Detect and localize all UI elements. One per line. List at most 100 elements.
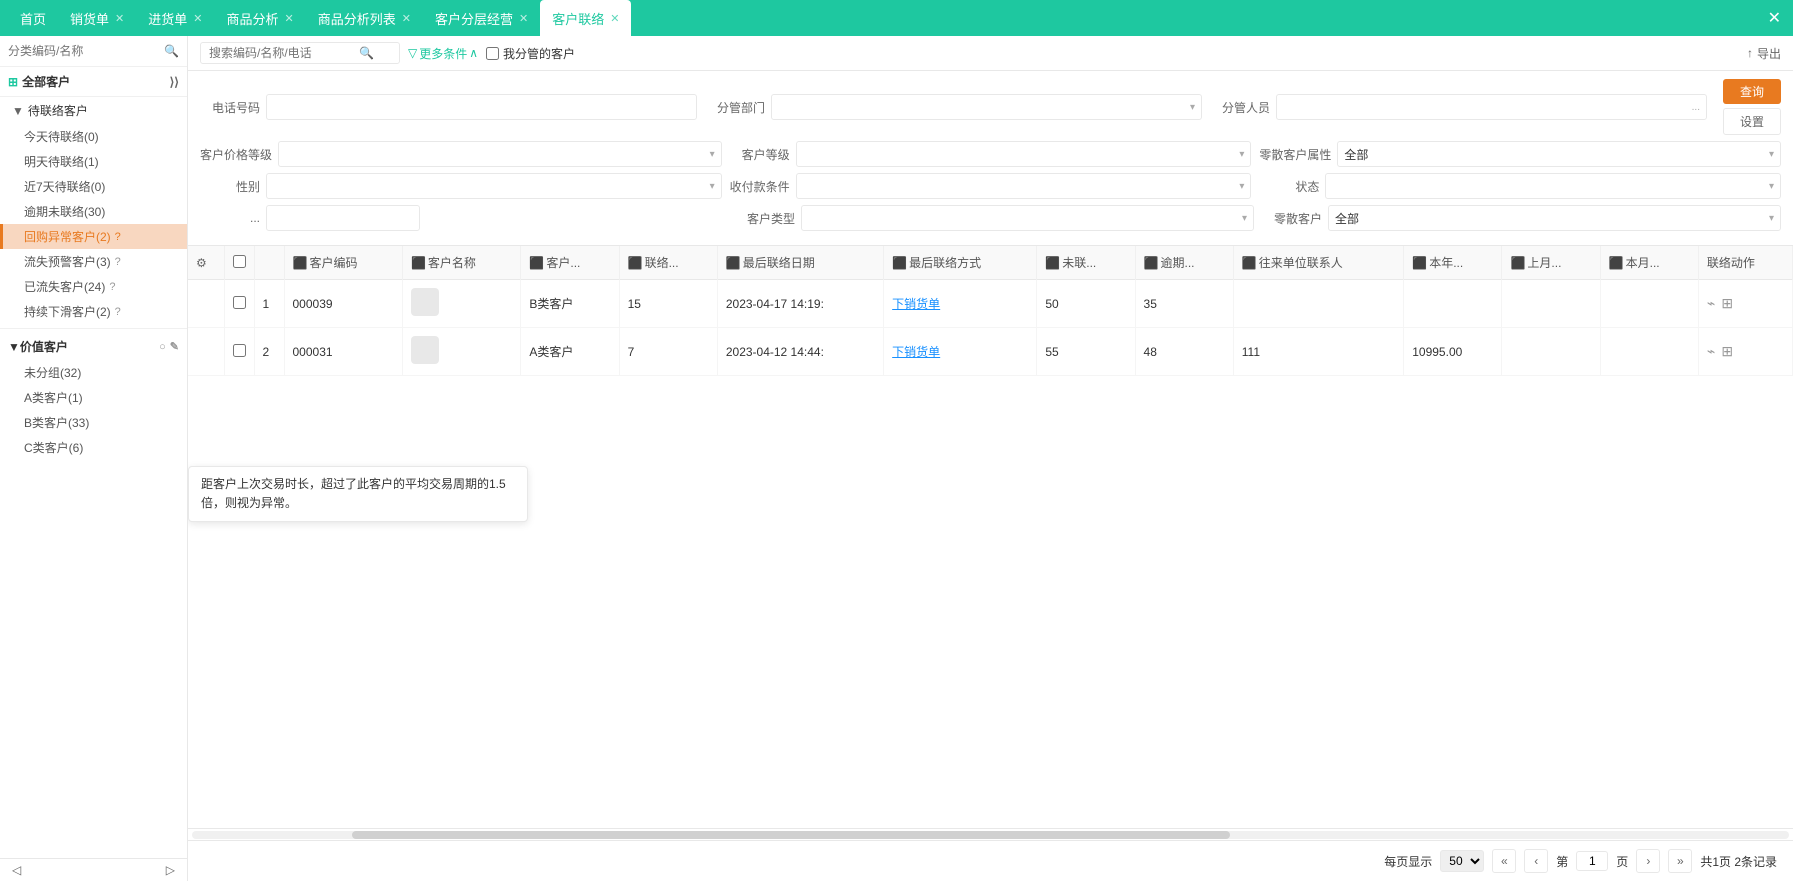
nav-tab-customer-contact[interactable]: 客户联络 ✕: [540, 0, 631, 36]
row2-last-method[interactable]: 下销货单: [884, 328, 1037, 376]
horizontal-scrollbar[interactable]: [188, 828, 1793, 840]
row2-checkbox[interactable]: [224, 328, 254, 376]
export-button[interactable]: ↑ 导出: [1747, 45, 1781, 62]
nav-tab-product-analysis[interactable]: 商品分析 ✕: [214, 0, 305, 36]
scroll-thumb[interactable]: [352, 831, 1230, 839]
retail-attr-select[interactable]: 全部 ▾: [1337, 141, 1781, 167]
row2-gear: [188, 328, 224, 376]
sidebar-item-already-lost[interactable]: 已流失客户(24) ?: [0, 274, 187, 299]
col-this-month[interactable]: ⬛ 本月...: [1600, 246, 1698, 280]
close-sales-tab[interactable]: ✕: [115, 12, 124, 25]
col-unit-contact[interactable]: ⬛ 往来单位联系人: [1233, 246, 1403, 280]
col-gear[interactable]: ⚙: [188, 246, 224, 280]
pending-contact-group[interactable]: ▼ 待联络客户: [0, 97, 187, 124]
data-table-container[interactable]: ⚙ ⬛ 客户编码: [188, 246, 1793, 828]
col-code[interactable]: ⬛ 客户编码: [284, 246, 402, 280]
sidebar-item-lost-preview[interactable]: 流失预警客户(3) ?: [0, 249, 187, 274]
col-this-year[interactable]: ⬛ 本年...: [1404, 246, 1502, 280]
person-select[interactable]: ...: [1276, 94, 1707, 120]
sidebar-item-today[interactable]: 今天待联络(0): [0, 124, 187, 149]
sidebar-item-unclassified[interactable]: 未分组(32): [0, 360, 187, 385]
close-contact-tab[interactable]: ✕: [610, 12, 619, 25]
setting-button[interactable]: 设置: [1723, 108, 1781, 135]
nav-tab-sales[interactable]: 销货单 ✕: [58, 0, 136, 36]
status-select[interactable]: ▾: [1325, 173, 1781, 199]
sidebar-bottom-nav: ◁ ▷: [0, 858, 187, 881]
sidebar-nav-right-icon[interactable]: ▷: [162, 863, 179, 877]
sidebar-item-repurchase-abnormal[interactable]: 回购异常客户(2) ?: [0, 224, 187, 249]
filter-price-grade: 客户价格等级 ▾: [200, 141, 722, 167]
sidebar-item-class-c[interactable]: C类客户(6): [0, 435, 187, 460]
close-segment-tab[interactable]: ✕: [519, 12, 528, 25]
sidebar-item-declining[interactable]: 持续下滑客户(2) ?: [0, 299, 187, 324]
sidebar-nav-left-icon[interactable]: ◁: [8, 863, 25, 877]
row1-check[interactable]: [233, 296, 246, 309]
sidebar-search-icon[interactable]: 🔍: [164, 44, 179, 58]
sidebar-item-tomorrow[interactable]: 明天待联络(1): [0, 149, 187, 174]
sidebar-search-box[interactable]: 🔍: [0, 36, 187, 67]
sidebar-item-overdue[interactable]: 逾期未联络(30): [0, 199, 187, 224]
query-button[interactable]: 查询: [1723, 79, 1781, 104]
nav-tab-home[interactable]: 首页: [8, 0, 58, 36]
gender-select[interactable]: ▾: [266, 173, 722, 199]
last-page-button[interactable]: »: [1668, 849, 1692, 873]
per-page-select[interactable]: 50: [1440, 850, 1484, 872]
col-overdue[interactable]: ⬛ 逾期...: [1135, 246, 1233, 280]
sidebar-search-input[interactable]: [8, 44, 160, 58]
customer-grade-select[interactable]: ▾: [796, 141, 1252, 167]
next-page-button[interactable]: ›: [1636, 849, 1660, 873]
col-last-month[interactable]: ⬛ 上月...: [1502, 246, 1600, 280]
main-search-icon[interactable]: 🔍: [359, 46, 374, 60]
first-page-button[interactable]: «: [1492, 849, 1516, 873]
retail-customer-select[interactable]: 全部 ▾: [1328, 205, 1781, 231]
main-search-box[interactable]: 🔍: [200, 42, 400, 64]
page-input[interactable]: [1576, 851, 1608, 871]
row1-last-method-link[interactable]: 下销货单: [892, 297, 940, 311]
dept-select[interactable]: ▾: [771, 94, 1202, 120]
row2-qr-icon[interactable]: ⊞: [1721, 343, 1733, 360]
value-edit-icon[interactable]: ✎: [170, 340, 179, 353]
nav-tab-purchase[interactable]: 进货单 ✕: [136, 0, 214, 36]
col-unpaid[interactable]: ⬛ 未联...: [1037, 246, 1135, 280]
row2-check[interactable]: [233, 344, 246, 357]
phone-input[interactable]: [266, 94, 697, 120]
retail-attr-label: 零散客户属性: [1259, 146, 1331, 163]
row2-last-method-link[interactable]: 下销货单: [892, 345, 940, 359]
prev-page-button[interactable]: ‹: [1524, 849, 1548, 873]
nav-tab-customer-segment[interactable]: 客户分层经营 ✕: [423, 0, 540, 36]
customer-type-select[interactable]: ▾: [801, 205, 1254, 231]
row1-last-method[interactable]: 下销货单: [884, 280, 1037, 328]
col-last-date-sort-icon: ⬛: [726, 256, 741, 270]
scroll-track[interactable]: [192, 831, 1789, 839]
settings-gear-icon[interactable]: ⚙: [196, 256, 207, 270]
price-grade-select[interactable]: ▾: [278, 141, 722, 167]
my-customer-checkbox[interactable]: 我分管的客户: [486, 45, 575, 62]
sidebar-item-class-b[interactable]: B类客户(33): [0, 410, 187, 435]
window-close-button[interactable]: ✕: [1768, 8, 1781, 28]
collapse-sidebar-icon[interactable]: ⟩⟩: [170, 75, 179, 89]
payment-select[interactable]: ▾: [796, 173, 1252, 199]
close-product-list-tab[interactable]: ✕: [402, 12, 411, 25]
sidebar-item-class-a[interactable]: A类客户(1): [0, 385, 187, 410]
more-filter-button[interactable]: ▽ 更多条件 ∧: [408, 45, 478, 62]
col-last-method[interactable]: ⬛ 最后联络方式: [884, 246, 1037, 280]
col-checkbox[interactable]: [224, 246, 254, 280]
close-purchase-tab[interactable]: ✕: [193, 12, 202, 25]
more-select[interactable]: [266, 205, 420, 231]
my-customer-check[interactable]: [486, 47, 499, 60]
value-customer-group[interactable]: ▼ 价值客户 ○ ✎: [0, 333, 187, 360]
col-name[interactable]: ⬛ 客户名称: [402, 246, 520, 280]
all-customers-header[interactable]: ⊞ 全部客户 ⟩⟩: [0, 67, 187, 97]
close-product-analysis-tab[interactable]: ✕: [285, 12, 294, 25]
row1-link-icon[interactable]: ⌁: [1707, 295, 1715, 312]
col-contact-count[interactable]: ⬛ 联络...: [619, 246, 717, 280]
row1-qr-icon[interactable]: ⊞: [1721, 295, 1733, 312]
nav-tab-product-list[interactable]: 商品分析列表 ✕: [306, 0, 423, 36]
row2-link-icon[interactable]: ⌁: [1707, 343, 1715, 360]
sidebar-item-7days[interactable]: 近7天待联络(0): [0, 174, 187, 199]
col-last-date[interactable]: ⬛ 最后联络日期: [717, 246, 883, 280]
select-all-checkbox[interactable]: [233, 255, 246, 268]
col-type[interactable]: ⬛ 客户...: [521, 246, 619, 280]
main-search-input[interactable]: [209, 46, 359, 60]
row1-checkbox[interactable]: [224, 280, 254, 328]
